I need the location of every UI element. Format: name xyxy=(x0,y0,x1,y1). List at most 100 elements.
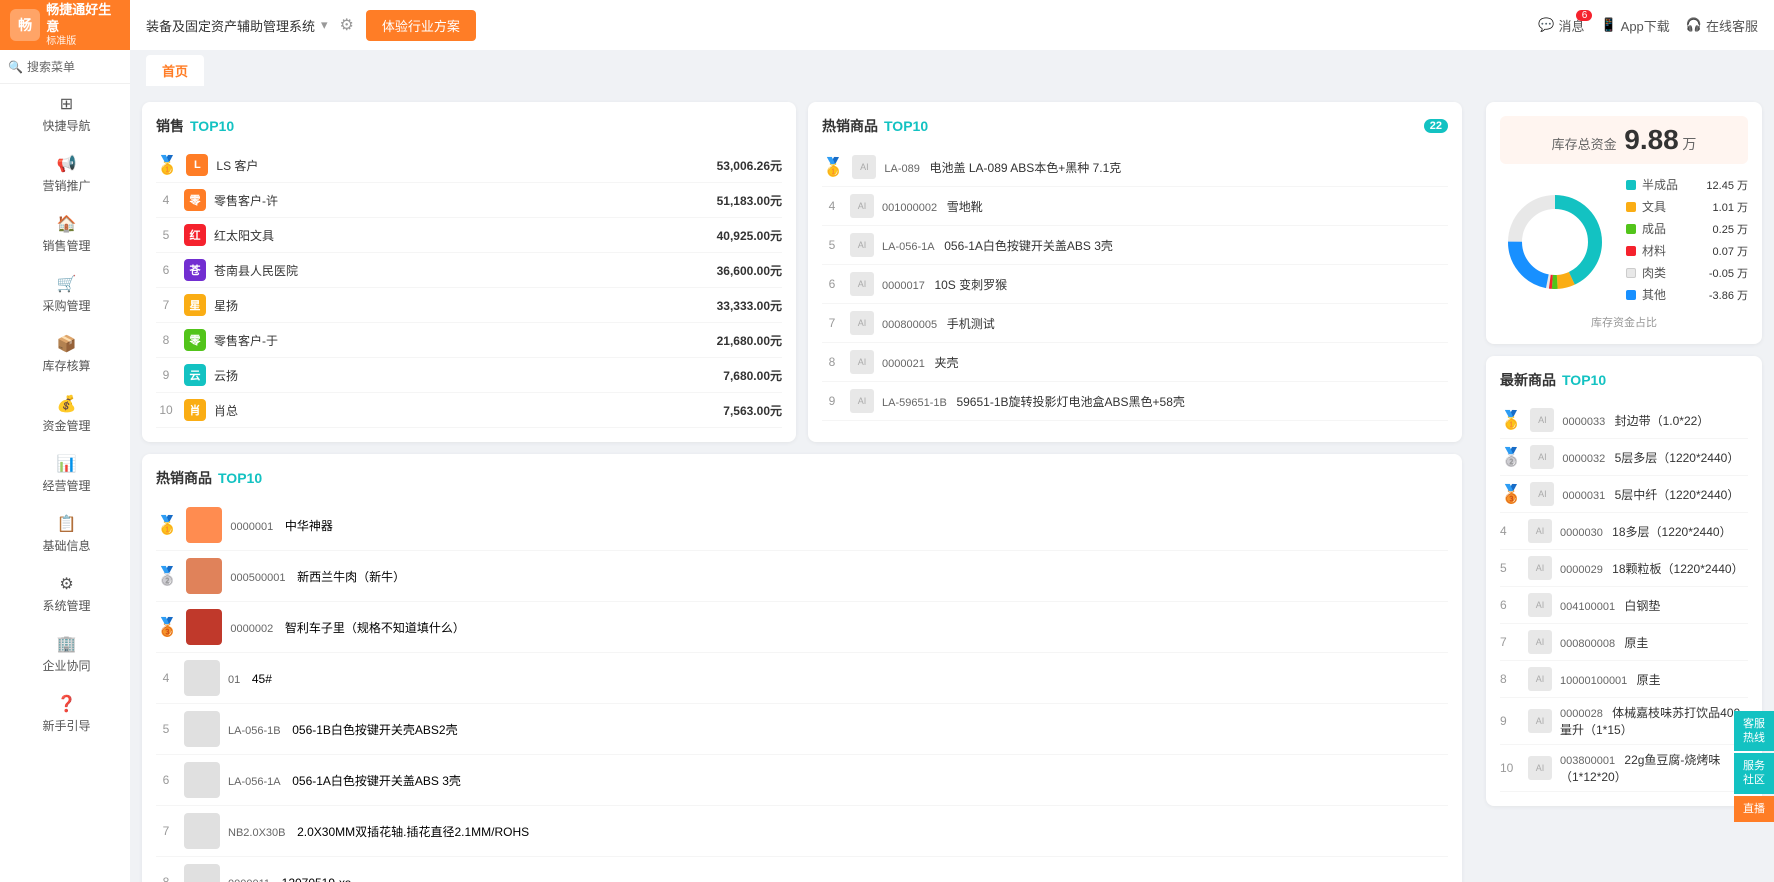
sidebar-item-inventory[interactable]: 📦 库存核算 xyxy=(0,324,130,384)
hot-info-7: NB2.0X30B 2.0X30MM双插花轴.插花直径2.1MM/ROHS xyxy=(228,823,1448,840)
top10-badge: 22 xyxy=(1424,119,1448,133)
sidebar-item-base[interactable]: 📋 基础信息 xyxy=(0,504,130,564)
sidebar-item-quick[interactable]: ⊞ 快捷导航 xyxy=(0,84,130,144)
app-download-button[interactable]: 📱 App下载 xyxy=(1600,16,1669,35)
hot-product-1: 🥇 0000001 中华神器 xyxy=(156,500,1448,551)
tab-home[interactable]: 首页 xyxy=(146,55,204,86)
hot-img-6 xyxy=(184,762,220,798)
sidebar-item-system[interactable]: ⚙ 系统管理 xyxy=(0,564,130,624)
new-medal-3: 🥉 xyxy=(1500,484,1522,505)
ops-label: 经营管理 xyxy=(42,477,90,494)
customer-amount-5: 40,925.00元 xyxy=(717,227,782,244)
legend-material: 材料 0.07 万 xyxy=(1626,242,1748,259)
messages-button[interactable]: 💬 消息 6 xyxy=(1538,16,1584,35)
customer-row-8: 8 零 零售客户-于 21,680.00元 xyxy=(156,323,782,358)
hot-product-7: 7 NB2.0X30B 2.0X30MM双插花轴.插花直径2.1MM/ROHS xyxy=(156,806,1448,857)
customer-badge-7: 星 xyxy=(184,294,206,316)
inventory-value: 9.88 xyxy=(1624,124,1679,155)
guide-icon: ❓ xyxy=(57,694,77,714)
hot-product-3: 🥉 0000002 智利车子里（规格不知道填什么） xyxy=(156,602,1448,653)
customer-name-1: LS 客户 xyxy=(216,157,708,174)
sidebar-item-guide[interactable]: ❓ 新手引导 xyxy=(0,684,130,744)
logo-sub: 标准版 xyxy=(46,35,120,48)
donut-chart xyxy=(1500,187,1610,297)
legend-stationery: 文具 1.01 万 xyxy=(1626,198,1748,215)
product-right-info-7: 000800005 手机测试 xyxy=(882,315,1448,332)
guide-label: 新手引导 xyxy=(42,717,90,734)
customer-name-5: 红太阳文具 xyxy=(214,227,709,244)
sidebar-item-purchase[interactable]: 🛒 采购管理 xyxy=(0,264,130,324)
product-right-img-6: AI xyxy=(850,272,874,296)
right-panel: 库存总资金 9.88 万 xyxy=(1474,90,1774,882)
hot-product-4: 4 01 45# xyxy=(156,653,1448,704)
float-live-button[interactable]: 直播 xyxy=(1734,796,1774,822)
new-info-6: 004100001 白钢垫 xyxy=(1560,597,1748,614)
legend-dot-meat xyxy=(1626,268,1636,278)
product-right-img-5: AI xyxy=(850,233,874,257)
hot-info-1: 0000001 中华神器 xyxy=(230,517,1448,534)
top-section: 销售TOP10 🥇 L LS 客户 53,006.26元 4 零 xyxy=(142,102,1462,442)
sidebar-item-finance[interactable]: 💰 资金管理 xyxy=(0,384,130,444)
legend-meat: 肉类 -0.05 万 xyxy=(1626,264,1748,281)
inventory-total: 库存总资金 9.88 万 xyxy=(1500,116,1748,164)
inventory-legend: 半成品 12.45 万 文具 1.01 万 成品 0.25 万 xyxy=(1626,176,1748,308)
customer-row-10: 10 肖 肖总 7,563.00元 xyxy=(156,393,782,428)
legend-dot-semifinished xyxy=(1626,180,1636,190)
trial-button[interactable]: 体验行业方案 xyxy=(366,10,476,41)
headset-icon: 🎧 xyxy=(1686,17,1702,33)
customers-title-label: 销售 xyxy=(156,116,184,136)
hot-products-card: 热销商品 TOP10 🥇 0000001 中华神器 🥈 xyxy=(142,454,1462,882)
settings-icon[interactable]: ⚙ xyxy=(340,15,354,35)
new-info-7: 000800008 原圭 xyxy=(1560,634,1748,651)
base-icon: 📋 xyxy=(57,514,77,534)
messages-badge: 6 xyxy=(1576,10,1592,21)
sidebar-logo: 畅 畅捷通好生意 标准版 xyxy=(0,0,130,50)
hot-info-6: LA-056-1A 056-1A白色按键开关盖ABS 3壳 xyxy=(228,772,1448,789)
customer-name-8: 零售客户-于 xyxy=(214,332,709,349)
sidebar-item-ops[interactable]: 📊 经营管理 xyxy=(0,444,130,504)
search-menu[interactable]: 🔍 搜索菜单 xyxy=(0,50,130,84)
new-img-3: AI xyxy=(1530,482,1554,506)
product-right-img-4: AI xyxy=(850,194,874,218)
sidebar-item-corp[interactable]: 🏢 企业协同 xyxy=(0,624,130,684)
new-info-8: 10000100001 原圭 xyxy=(1560,671,1748,688)
main-content: 销售TOP10 🥇 L LS 客户 53,006.26元 4 零 xyxy=(130,90,1474,882)
float-hotline-button[interactable]: 客服热线 xyxy=(1734,711,1774,752)
customer-name-7: 星扬 xyxy=(214,297,709,314)
hot-img-1 xyxy=(186,507,222,543)
search-label: 搜索菜单 xyxy=(27,58,75,75)
corp-icon: 🏢 xyxy=(57,634,77,654)
quick-icon: ⊞ xyxy=(60,94,73,114)
customer-rank-8: 8 xyxy=(156,333,176,347)
new-product-9: 9 AI 0000028 体械嘉枝味苏打饮品400量升（1*15） xyxy=(1500,698,1748,745)
customer-badge-10: 肖 xyxy=(184,399,206,421)
legend-dot-finished xyxy=(1626,224,1636,234)
marketing-icon: 📢 xyxy=(57,154,77,174)
product-right-img-8: AI xyxy=(850,350,874,374)
hot-products-list: 🥇 0000001 中华神器 🥈 000500001 新西兰牛肉（新牛） xyxy=(156,500,1448,882)
new-img-9: AI xyxy=(1528,709,1552,733)
inventory-card: 库存总资金 9.88 万 xyxy=(1486,102,1762,344)
customer-badge-1: L xyxy=(186,154,208,176)
medal-icon: 🥇 xyxy=(822,157,844,178)
legend-finished: 成品 0.25 万 xyxy=(1626,220,1748,237)
online-service-button[interactable]: 🎧 在线客服 xyxy=(1686,16,1758,35)
customer-name-9: 云扬 xyxy=(214,367,715,384)
new-products-card: 最新商品 TOP10 🥇 AI 0000033 封边带（1.0*22） 🥈 AI xyxy=(1486,356,1762,806)
hot-img-8 xyxy=(184,864,220,882)
system-selector[interactable]: 装备及固定资产辅助管理系统 ▾ xyxy=(146,16,328,35)
float-community-button[interactable]: 服务社区 xyxy=(1734,753,1774,794)
sidebar-item-sales[interactable]: 🏠 销售管理 xyxy=(0,204,130,264)
products-right-title: 热销商品TOP10 22 xyxy=(822,116,1448,136)
product-right-info-4: 001000002 雪地靴 xyxy=(882,198,1448,215)
customers-card-title: 销售TOP10 xyxy=(156,116,782,136)
legend-semifinished: 半成品 12.45 万 xyxy=(1626,176,1748,193)
main-container: 装备及固定资产辅助管理系统 ▾ ⚙ 体验行业方案 💬 消息 6 📱 App下载 … xyxy=(130,0,1774,882)
customer-badge-6: 苍 xyxy=(184,259,206,281)
sidebar-item-marketing[interactable]: 📢 营销推广 xyxy=(0,144,130,204)
new-img-7: AI xyxy=(1528,630,1552,654)
topbar-right: 💬 消息 6 📱 App下载 🎧 在线客服 xyxy=(1538,16,1758,35)
product-right-4: 4 AI 001000002 雪地靴 xyxy=(822,187,1448,226)
new-product-5: 5 AI 0000029 18颗粒板（1220*2440） xyxy=(1500,550,1748,587)
sidebar-nav: ⊞ 快捷导航 📢 营销推广 🏠 销售管理 🛒 采购管理 📦 库存核算 💰 资金管… xyxy=(0,84,130,882)
